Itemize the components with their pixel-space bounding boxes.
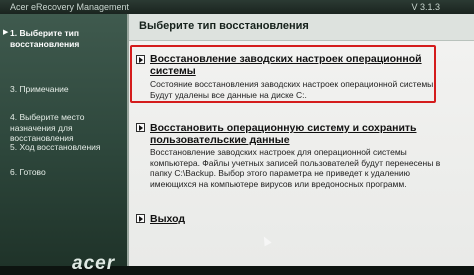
option-exit-title[interactable]: Выход [150,213,185,225]
step-label: 1. Выберите тип восстановления [10,28,80,49]
version-label: V 3.1.3 [411,2,440,12]
steps-sidebar: ▶ 1. Выберите тип восстановления 3. Прим… [0,14,127,274]
current-step-arrow-icon: ▶ [3,29,9,36]
step-progress: 5. Ход восстановления [10,142,118,153]
step-label: 5. Ход восстановления [10,142,101,152]
step-label: 4. Выберите место назначения для восстан… [10,112,85,143]
option-restore-keep-data-title[interactable]: Восстановить операционную систему и сохр… [150,122,468,146]
option-arrow-icon[interactable] [136,214,145,223]
step-destination: 4. Выберите место назначения для восстан… [10,112,118,144]
step-label: 3. Примечание [10,84,69,94]
acer-logo: acer [72,253,116,274]
option-arrow-icon[interactable] [136,123,145,132]
option-restore-keep-data-description: Восстановление заводских настроек для оп… [150,147,441,189]
window-title-bar: Acer eRecovery Management V 3.1.3 [0,0,474,14]
step-label: 6. Готово [10,167,46,177]
step-note: 3. Примечание [10,84,118,95]
window-title: Acer eRecovery Management [10,2,130,12]
page-title: Выберите тип восстановления [139,20,309,32]
step-done: 6. Готово [10,167,118,178]
step-select-type: ▶ 1. Выберите тип восстановления [3,28,118,49]
panel-header: Выберите тип восстановления [129,14,474,41]
selected-option-highlight [130,45,436,103]
